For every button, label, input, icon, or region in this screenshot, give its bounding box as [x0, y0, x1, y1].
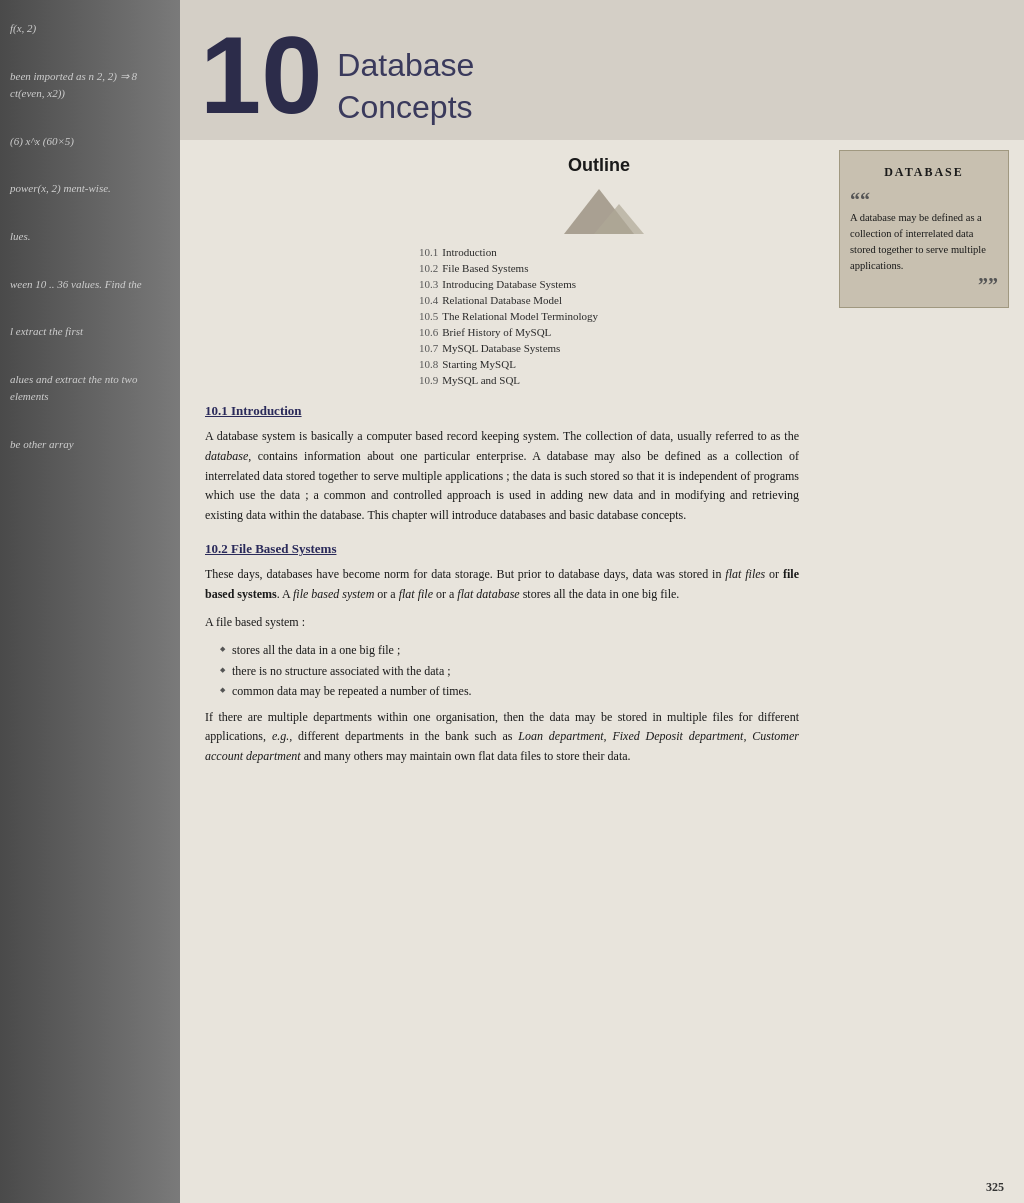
left-note-1: f(x, 2)	[10, 20, 170, 38]
left-note-8: alues and extract the nto two elements	[10, 371, 170, 406]
section-10-1-body: A database system is basically a compute…	[205, 427, 799, 526]
close-quote: ””	[850, 275, 998, 295]
left-note-5: lues.	[10, 228, 170, 246]
outline-item-4: 10.4Relational Database Model	[419, 292, 779, 308]
left-note-2: been imported as n 2, 2) ⇒ 8 ct(even, x2…	[10, 68, 170, 103]
bullet-2: there is no structure associated with th…	[220, 661, 799, 681]
left-note-3: (6) x^x (60×5)	[10, 133, 170, 151]
chapter-header: 10 Database Concepts	[180, 0, 1024, 140]
section-10-1-header: 10.1 Introduction	[205, 403, 799, 419]
chapter-title-line1: Database	[337, 45, 474, 87]
right-page: 10 Database Concepts Outline	[180, 0, 1024, 1203]
left-note-7: l extract the first	[10, 323, 170, 341]
bullet-1: stores all the data in a one big file ;	[220, 640, 799, 660]
section-10-2-para2: A file based system :	[205, 613, 799, 633]
outline-list: 10.1Introduction 10.2File Based Systems …	[419, 244, 779, 388]
section-10-2-para1: These days, databases have become norm f…	[205, 565, 799, 605]
outline-item-2: 10.2File Based Systems	[419, 260, 779, 276]
open-quote: ““	[850, 190, 998, 210]
mountain-icon	[554, 184, 644, 239]
outline-container: Outline 10.1Introduction 10.2File Based …	[225, 155, 779, 388]
outline-right: Outline 10.1Introduction 10.2File Based …	[419, 155, 779, 388]
page-number: 325	[180, 1175, 1024, 1203]
left-note-4: power(x, 2) ment-wise.	[10, 180, 170, 198]
outline-item-5: 10.5The Relational Model Terminology	[419, 308, 779, 324]
main-content: Outline 10.1Introduction 10.2File Based …	[180, 140, 824, 1175]
left-page: f(x, 2) been imported as n 2, 2) ⇒ 8 ct(…	[0, 0, 180, 1203]
outline-item-7: 10.7MySQL Database Systems	[419, 340, 779, 356]
outline-heading: Outline	[419, 155, 779, 176]
book-spread: f(x, 2) been imported as n 2, 2) ⇒ 8 ct(…	[0, 0, 1024, 1203]
left-note-6: ween 10 .. 36 values. Find the	[10, 276, 170, 294]
section-10-2-header: 10.2 File Based Systems	[205, 541, 799, 557]
page-body: Outline 10.1Introduction 10.2File Based …	[180, 140, 1024, 1175]
outline-item-9: 10.9MySQL and SQL	[419, 372, 779, 388]
chapter-title-line2: Concepts	[337, 87, 474, 129]
outline-area: Outline 10.1Introduction 10.2File Based …	[205, 155, 799, 388]
chapter-title: Database Concepts	[337, 20, 474, 128]
outline-item-3: 10.3Introducing Database Systems	[419, 276, 779, 292]
right-sidebar: DATABASE ““ A database may be defined as…	[824, 140, 1024, 1175]
sidebar-box-text: A database may be defined as a collectio…	[850, 210, 998, 275]
outline-item-1: 10.1Introduction	[419, 244, 779, 260]
outline-item-6: 10.6Brief History of MySQL	[419, 324, 779, 340]
section-10-2-para3: If there are multiple departments within…	[205, 708, 799, 767]
file-based-bullets: stores all the data in a one big file ; …	[220, 640, 799, 701]
bullet-3: common data may be repeated a number of …	[220, 681, 799, 701]
database-definition-box: DATABASE ““ A database may be defined as…	[839, 150, 1009, 308]
chapter-number: 10	[200, 20, 322, 130]
left-note-9: be other array	[10, 436, 170, 454]
sidebar-box-title: DATABASE	[850, 163, 998, 182]
outline-item-8: 10.8Starting MySQL	[419, 356, 779, 372]
